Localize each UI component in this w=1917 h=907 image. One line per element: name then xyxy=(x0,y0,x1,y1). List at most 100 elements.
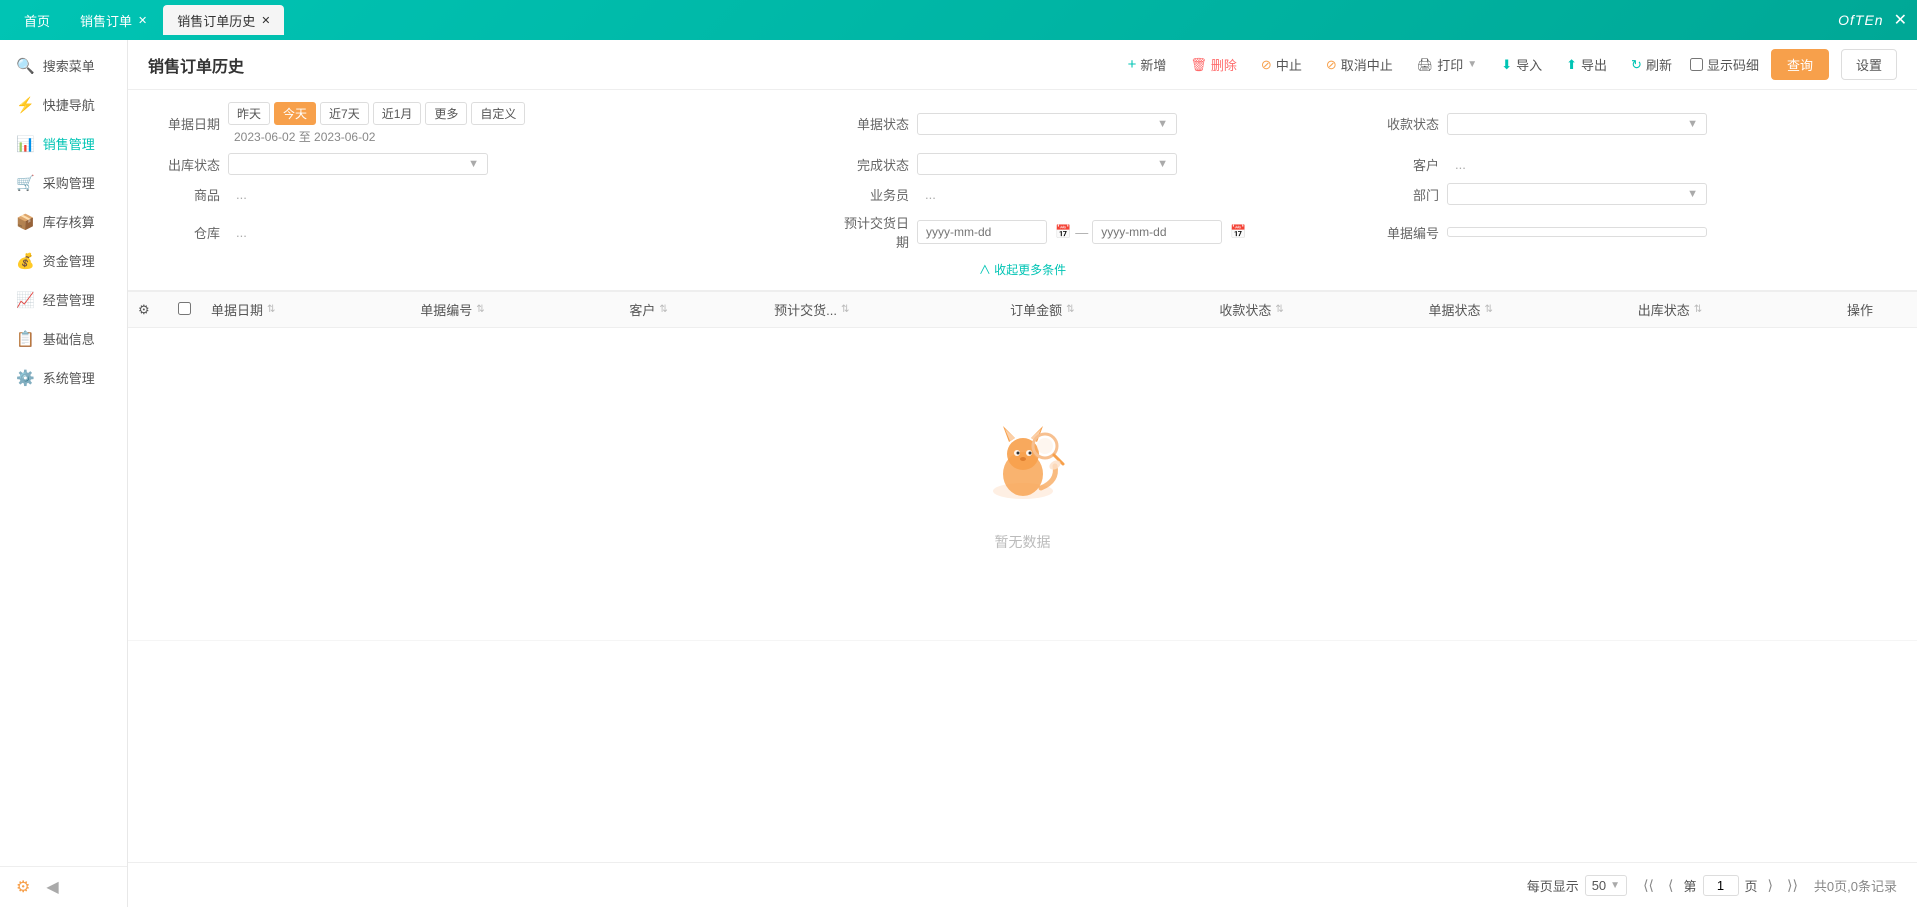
voucher-status-select[interactable]: ▼ xyxy=(917,113,1177,135)
sort-delivery-status-icon: ⇅ xyxy=(1694,304,1702,315)
department-select[interactable]: ▼ xyxy=(1447,183,1707,205)
export-button[interactable]: ⬆ 导出 xyxy=(1560,51,1613,78)
column-receipt-status-label: 收款状态 xyxy=(1219,300,1271,319)
tab-sales-order[interactable]: 销售订单 ✕ xyxy=(66,5,161,35)
sidebar-item-search[interactable]: 🔍 搜索菜单 xyxy=(0,46,127,85)
date-buttons: 昨天 今天 近7天 近1月 更多 自定义 xyxy=(228,102,525,125)
first-page-button[interactable]: ⟨⟨ xyxy=(1639,875,1658,896)
refresh-button[interactable]: ↻ 刷新 xyxy=(1625,51,1678,78)
completion-status-select[interactable]: ▼ xyxy=(917,153,1177,175)
sort-date[interactable]: 单据日期 ⇅ xyxy=(211,300,400,319)
date-btn-7days[interactable]: 近7天 xyxy=(320,102,369,125)
filter-row-2: 出库状态 ▼ 完成状态 ▼ 客户 ... xyxy=(148,153,1897,175)
column-settings[interactable]: ⚙ xyxy=(128,292,168,328)
next-page-button[interactable]: ⟩ xyxy=(1764,875,1777,896)
delete-button[interactable]: 🗑 删除 xyxy=(1184,51,1243,78)
print-button[interactable]: 🖨 打印 ▼ xyxy=(1411,51,1483,78)
tab-bar: 首页 销售订单 ✕ 销售订单历史 ✕ xyxy=(10,5,284,35)
sidebar: 🔍 搜索菜单 ⚡ 快捷导航 📊 销售管理 🛒 采购管理 📦 库存核算 💰 资金管… xyxy=(0,40,128,907)
sidebar-item-operations[interactable]: 📈 经营管理 xyxy=(0,280,127,319)
search-icon: 🔍 xyxy=(16,57,35,75)
page-size-box[interactable]: 50 ▼ xyxy=(1585,875,1627,896)
column-actions-label: 操作 xyxy=(1847,303,1873,318)
tab-home[interactable]: 首页 xyxy=(10,5,64,35)
salesperson-dots[interactable]: ... xyxy=(917,187,944,202)
empty-text: 暂无数据 xyxy=(995,532,1051,552)
setting-button[interactable]: 设置 xyxy=(1841,49,1897,80)
display-cols-checkbox[interactable] xyxy=(1690,58,1703,71)
date-btn-1month[interactable]: 近1月 xyxy=(373,102,422,125)
voucher-no-input[interactable] xyxy=(1447,227,1707,237)
import-button[interactable]: ⬇ 导入 xyxy=(1495,51,1548,78)
sidebar-settings-icon[interactable]: ⚙ xyxy=(16,877,30,897)
sort-customer[interactable]: 客户 ⇅ xyxy=(629,300,754,319)
date-btn-custom[interactable]: 自定义 xyxy=(471,102,525,125)
customer-dots[interactable]: ... xyxy=(1447,157,1474,172)
customer-label: 客户 xyxy=(1367,155,1447,174)
display-cols-label: 显示码细 xyxy=(1707,55,1759,74)
topbar-close-icon[interactable]: ✕ xyxy=(1894,10,1907,30)
filter-delivery-status-col: 出库状态 ▼ xyxy=(148,153,837,175)
collapse-filter-button[interactable]: ∧ 收起更多条件 xyxy=(148,259,1897,282)
sidebar-item-basicinfo-label: 基础信息 xyxy=(43,329,95,348)
prev-page-button[interactable]: ⟨ xyxy=(1664,875,1677,896)
delivery-date-from-input[interactable] xyxy=(917,220,1047,244)
last-page-button[interactable]: ⟩⟩ xyxy=(1783,875,1802,896)
filter-delivery-date-col: 预计交货日期 📅 — 📅 xyxy=(837,213,1367,251)
sidebar-item-purchase[interactable]: 🛒 采购管理 xyxy=(0,163,127,202)
display-cols-toggle[interactable]: 显示码细 xyxy=(1690,55,1759,74)
receipt-status-label: 收款状态 xyxy=(1367,114,1447,133)
import-icon: ⬇ xyxy=(1501,57,1512,73)
filter-row-1: 单据日期 昨天 今天 近7天 近1月 更多 自定义 2023-06-02 至 2… xyxy=(148,102,1897,145)
sidebar-item-sales[interactable]: 📊 销售管理 xyxy=(0,124,127,163)
receipt-status-select[interactable]: ▼ xyxy=(1447,113,1707,135)
toolbar: + 新增 🗑 删除 ⊘ 中止 ⊘ 取消中止 🖨 打印 xyxy=(1122,49,1897,80)
sort-customer-icon: ⇅ xyxy=(659,304,667,315)
calendar-to-icon[interactable]: 📅 xyxy=(1230,224,1246,240)
add-button[interactable]: + 新增 xyxy=(1122,51,1173,78)
print-label: 打印 xyxy=(1437,55,1463,74)
sort-voucher-no[interactable]: 单据编号 ⇅ xyxy=(420,300,609,319)
tab-sales-order-history[interactable]: 销售订单历史 ✕ xyxy=(163,5,284,35)
warehouse-dots[interactable]: ... xyxy=(228,225,255,240)
sort-receipt-status[interactable]: 收款状态 ⇅ xyxy=(1219,300,1408,319)
filter-customer-col: 客户 ... xyxy=(1367,155,1897,174)
sidebar-item-inventory[interactable]: 📦 库存核算 xyxy=(0,202,127,241)
date-btn-yesterday[interactable]: 昨天 xyxy=(228,102,270,125)
page-unit: 页 xyxy=(1745,876,1758,895)
sales-icon: 📊 xyxy=(16,135,35,153)
column-voucher-no-label: 单据编号 xyxy=(420,300,472,319)
content-area: 销售订单历史 + 新增 🗑 删除 ⊘ 中止 ⊘ 取消中止 xyxy=(128,40,1917,907)
stop-button[interactable]: ⊘ 中止 xyxy=(1255,51,1308,78)
sort-order-amount[interactable]: 订单金额 ⇅ xyxy=(1010,300,1199,319)
sidebar-item-finance[interactable]: 💰 资金管理 xyxy=(0,241,127,280)
sidebar-item-quicknav[interactable]: ⚡ 快捷导航 xyxy=(0,85,127,124)
page-number-input[interactable] xyxy=(1703,875,1739,896)
sidebar-collapse-icon[interactable]: ◀ xyxy=(46,877,58,897)
filter-receipt-status-col: 收款状态 ▼ xyxy=(1367,113,1897,135)
cancel-stop-button[interactable]: ⊘ 取消中止 xyxy=(1320,51,1399,78)
filter-salesperson-col: 业务员 ... xyxy=(837,185,1367,204)
sort-voucher-status-icon: ⇅ xyxy=(1485,304,1493,315)
column-customer: 客户 ⇅ xyxy=(619,292,764,328)
date-btn-today[interactable]: 今天 xyxy=(274,102,316,125)
delivery-date-to-input[interactable] xyxy=(1092,220,1222,244)
column-checkbox xyxy=(168,292,201,328)
empty-state-cell: 暂无数据 xyxy=(128,328,1917,641)
filter-voucher-status-col: 单据状态 ▼ xyxy=(837,113,1367,135)
query-button[interactable]: 查询 xyxy=(1771,49,1829,80)
tab-sales-order-close[interactable]: ✕ xyxy=(138,14,147,27)
receipt-status-arrow-icon: ▼ xyxy=(1687,118,1698,130)
product-dots[interactable]: ... xyxy=(228,187,255,202)
delivery-status-select[interactable]: ▼ xyxy=(228,153,488,175)
sidebar-item-system[interactable]: ⚙️ 系统管理 xyxy=(0,358,127,397)
calendar-from-icon[interactable]: 📅 xyxy=(1055,224,1071,240)
product-label: 商品 xyxy=(148,185,228,204)
sort-voucher-status[interactable]: 单据状态 ⇅ xyxy=(1429,300,1618,319)
sidebar-item-basicinfo[interactable]: 📋 基础信息 xyxy=(0,319,127,358)
tab-sales-order-history-close[interactable]: ✕ xyxy=(261,14,270,27)
sort-delivery-date[interactable]: 预计交货... ⇅ xyxy=(774,300,990,319)
select-all-checkbox[interactable] xyxy=(178,302,191,315)
sort-delivery-status[interactable]: 出库状态 ⇅ xyxy=(1638,300,1827,319)
date-btn-more[interactable]: 更多 xyxy=(425,102,467,125)
